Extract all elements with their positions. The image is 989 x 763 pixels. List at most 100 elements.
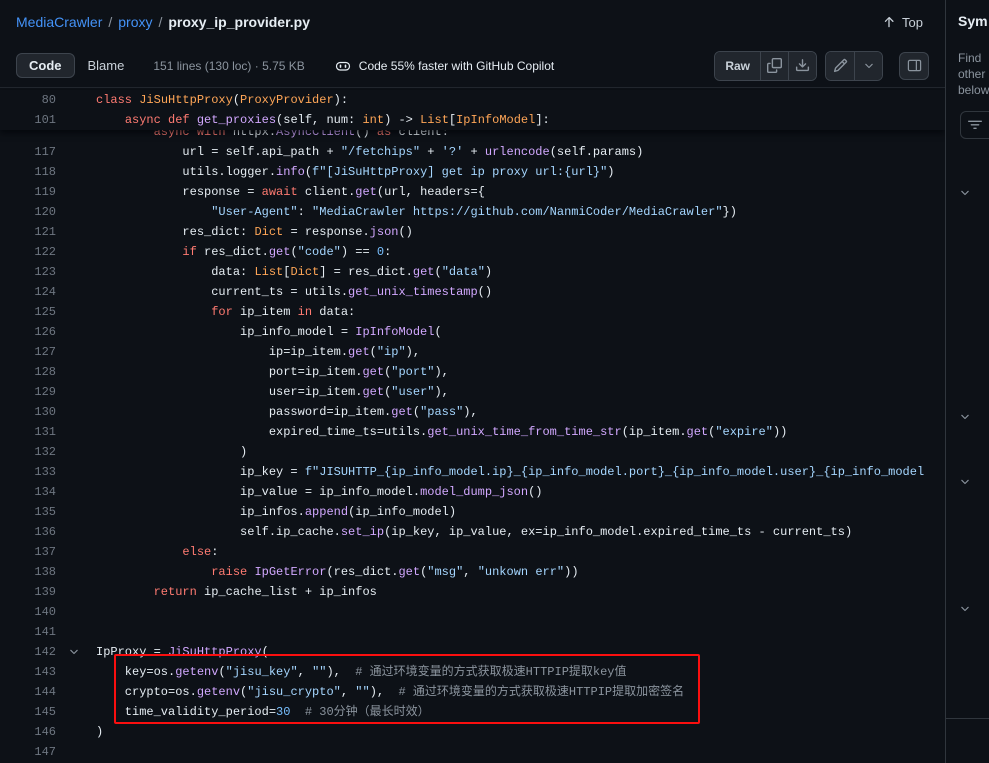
code-line-text: ip=ip_item.get("ip"), xyxy=(96,342,420,362)
line-number[interactable]: 128 xyxy=(0,362,56,382)
code-line: 116 async with httpx.AsyncClient() as cl… xyxy=(0,130,945,142)
breadcrumb-folder-link[interactable]: proxy xyxy=(118,14,152,30)
line-number[interactable]: 140 xyxy=(0,602,56,622)
code-line-text: ip_infos.append(ip_info_model) xyxy=(96,502,456,522)
fold-chevron-icon[interactable] xyxy=(68,646,80,658)
line-number[interactable]: 127 xyxy=(0,342,56,362)
code-line-text: data: List[Dict] = res_dict.get("data") xyxy=(96,262,492,282)
line-number[interactable]: 136 xyxy=(0,522,56,542)
copy-icon xyxy=(767,58,782,73)
code-line: 143 key=os.getenv("jisu_key", ""), # 通过环… xyxy=(0,662,945,682)
code-line: 141 xyxy=(0,622,945,642)
line-number[interactable]: 119 xyxy=(0,182,56,202)
code-line-text: utils.logger.info(f"[JiSuHttpProxy] get … xyxy=(96,162,615,182)
breadcrumb-repo-link[interactable]: MediaCrawler xyxy=(16,14,102,30)
code-line-text: ip_value = ip_info_model.model_dump_json… xyxy=(96,482,543,502)
symbols-panel-toggle[interactable] xyxy=(899,52,929,80)
code-line-text: time_validity_period=30 # 30分钟（最长时效） xyxy=(96,702,430,722)
line-number[interactable]: 101 xyxy=(0,110,56,130)
back-to-top-button[interactable]: Top xyxy=(876,14,929,31)
code-line: 131 expired_time_ts=utils.get_unix_time_… xyxy=(0,422,945,442)
line-number[interactable]: 121 xyxy=(0,222,56,242)
code-line: 117 url = self.api_path + "/fetchips" + … xyxy=(0,142,945,162)
file-toolbar: Code Blame 151 lines (130 loc) · 5.75 KB… xyxy=(0,44,945,88)
chevron-down-icon[interactable] xyxy=(959,187,971,199)
code-line: 125 for ip_item in data: xyxy=(0,302,945,322)
line-number[interactable]: 138 xyxy=(0,562,56,582)
line-number[interactable]: 139 xyxy=(0,582,56,602)
download-button[interactable] xyxy=(788,52,816,80)
tab-code[interactable]: Code xyxy=(16,53,75,78)
line-number[interactable]: 133 xyxy=(0,462,56,482)
file-view: MediaCrawler / proxy / proxy_ip_provider… xyxy=(0,0,945,763)
line-number[interactable]: 144 xyxy=(0,682,56,702)
edit-button[interactable] xyxy=(826,52,854,80)
chevron-down-icon[interactable] xyxy=(959,411,971,423)
symbols-panel: Sym Find other below xyxy=(945,0,989,763)
code-line: 144 crypto=os.getenv("jisu_crypto", ""),… xyxy=(0,682,945,702)
code-line-text: for ip_item in data: xyxy=(96,302,355,322)
line-number[interactable]: 143 xyxy=(0,662,56,682)
code-line-text: return ip_cache_list + ip_infos xyxy=(96,582,377,602)
line-number[interactable]: 80 xyxy=(0,90,56,110)
line-number[interactable]: 123 xyxy=(0,262,56,282)
code-line: 126 ip_info_model = IpInfoModel( xyxy=(0,322,945,342)
code-lines: 116 async with httpx.AsyncClient() as cl… xyxy=(0,130,945,762)
code-line: 134 ip_value = ip_info_model.model_dump_… xyxy=(0,482,945,502)
line-number[interactable]: 129 xyxy=(0,382,56,402)
code-line-text: raise IpGetError(res_dict.get("msg", "un… xyxy=(96,562,579,582)
code-line: 145 time_validity_period=30 # 30分钟（最长时效） xyxy=(0,702,945,722)
line-number[interactable]: 142 xyxy=(0,642,56,662)
chevron-down-icon[interactable] xyxy=(959,603,971,615)
line-number[interactable]: 117 xyxy=(0,142,56,162)
line-number[interactable]: 130 xyxy=(0,402,56,422)
code-line: 128 port=ip_item.get("port"), xyxy=(0,362,945,382)
symbols-filter-button[interactable] xyxy=(960,111,989,139)
code-line-text: IpProxy = JiSuHttpProxy( xyxy=(96,642,269,662)
line-number[interactable]: 124 xyxy=(0,282,56,302)
line-number[interactable]: 125 xyxy=(0,302,56,322)
line-number[interactable]: 120 xyxy=(0,202,56,222)
line-number[interactable]: 141 xyxy=(0,622,56,642)
line-number[interactable]: 131 xyxy=(0,422,56,442)
code-line: 133 ip_key = f"JISUHTTP_{ip_info_model.i… xyxy=(0,462,945,482)
file-meta: 151 lines (130 loc) · 5.75 KB xyxy=(153,59,304,73)
breadcrumb-file-name: proxy_ip_provider.py xyxy=(168,14,310,30)
code-line: 136 self.ip_cache.set_ip(ip_key, ip_valu… xyxy=(0,522,945,542)
copy-button[interactable] xyxy=(760,52,788,80)
line-number[interactable]: 122 xyxy=(0,242,56,262)
panel-divider xyxy=(946,718,989,719)
code-line: 147 xyxy=(0,742,945,762)
code-line: 137 else: xyxy=(0,542,945,562)
code-line-text: else: xyxy=(96,542,218,562)
line-number[interactable]: 118 xyxy=(0,162,56,182)
line-number[interactable]: 146 xyxy=(0,722,56,742)
raw-button[interactable]: Raw xyxy=(715,52,760,80)
line-number[interactable]: 137 xyxy=(0,542,56,562)
copilot-banner-text: Code 55% faster with GitHub Copilot xyxy=(359,59,554,73)
code-line: 135 ip_infos.append(ip_info_model) xyxy=(0,502,945,522)
line-number[interactable]: 145 xyxy=(0,702,56,722)
code-line-text: key=os.getenv("jisu_key", ""), # 通过环境变量的… xyxy=(96,662,627,682)
line-number[interactable]: 132 xyxy=(0,442,56,462)
line-number[interactable]: 126 xyxy=(0,322,56,342)
line-number[interactable]: 134 xyxy=(0,482,56,502)
code-editor: 80 class JiSuHttpProxy(ProxyProvider): 101… xyxy=(0,88,945,763)
filter-icon xyxy=(968,118,982,132)
chevron-down-icon[interactable] xyxy=(959,476,971,488)
code-line: 138 raise IpGetError(res_dict.get("msg",… xyxy=(0,562,945,582)
line-number[interactable]: 135 xyxy=(0,502,56,522)
back-to-top-label: Top xyxy=(902,15,923,30)
edit-dropdown-button[interactable] xyxy=(854,52,882,80)
code-line-text: class JiSuHttpProxy(ProxyProvider): xyxy=(96,90,348,110)
code-line-text: res_dict: Dict = response.json() xyxy=(96,222,413,242)
copilot-banner[interactable]: Code 55% faster with GitHub Copilot xyxy=(335,58,554,74)
code-line: 118 utils.logger.info(f"[JiSuHttpProxy] … xyxy=(0,162,945,182)
code-line-text: ) xyxy=(96,722,103,742)
code-line-text: current_ts = utils.get_unix_timestamp() xyxy=(96,282,492,302)
line-number[interactable]: 147 xyxy=(0,742,56,762)
code-line: 127 ip=ip_item.get("ip"), xyxy=(0,342,945,362)
code-line-text: async def get_proxies(self, num: int) ->… xyxy=(96,110,550,130)
code-line-text: async with httpx.AsyncClient() as client… xyxy=(96,130,449,142)
tab-blame[interactable]: Blame xyxy=(75,53,138,78)
